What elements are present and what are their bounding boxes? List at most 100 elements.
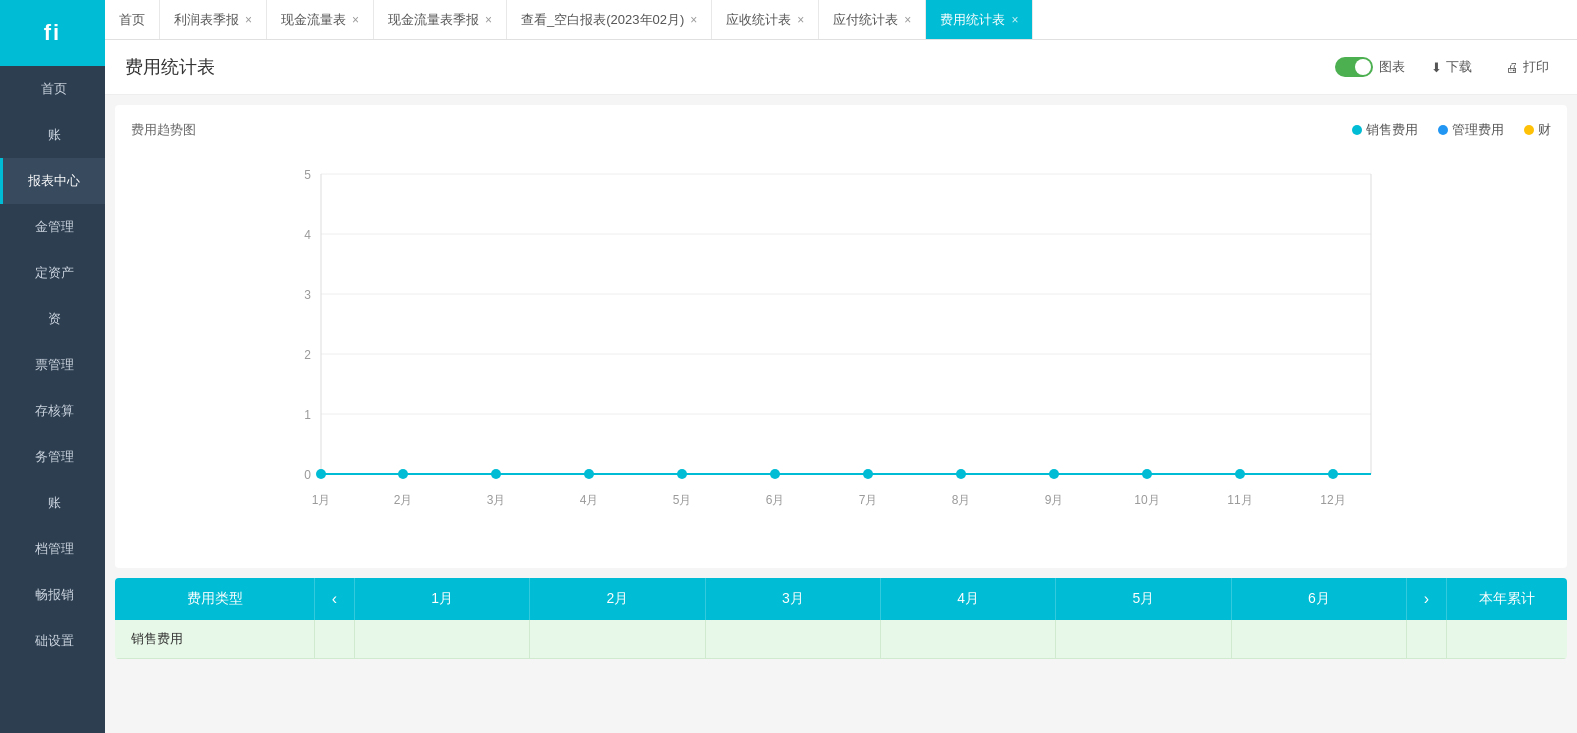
svg-text:12月: 12月 bbox=[1320, 493, 1345, 507]
tab-cashflow[interactable]: 现金流量表 × bbox=[267, 0, 374, 40]
main-area: 首页 利润表季报 × 现金流量表 × 现金流量表季报 × 查看_空白报表(202… bbox=[105, 0, 1577, 733]
sidebar-item-capital[interactable]: 资 bbox=[0, 296, 105, 342]
svg-text:7月: 7月 bbox=[859, 493, 878, 507]
col-m2: 2月 bbox=[530, 578, 705, 620]
svg-text:0: 0 bbox=[304, 468, 311, 482]
tab-home[interactable]: 首页 bbox=[105, 0, 160, 40]
download-button[interactable]: ⬇ 下载 bbox=[1423, 54, 1480, 80]
sidebar-item-assets[interactable]: 定资产 bbox=[0, 250, 105, 296]
row-prev-space bbox=[315, 620, 355, 658]
legend-admin-label: 管理费用 bbox=[1452, 121, 1504, 139]
tab-profit-quarterly[interactable]: 利润表季报 × bbox=[160, 0, 267, 40]
svg-text:5月: 5月 bbox=[673, 493, 692, 507]
chart-toggle[interactable] bbox=[1335, 57, 1373, 77]
svg-text:4: 4 bbox=[304, 228, 311, 242]
row-m1 bbox=[355, 620, 530, 658]
sidebar-logo: fi bbox=[0, 0, 105, 66]
svg-text:6月: 6月 bbox=[766, 493, 785, 507]
tab-expense[interactable]: 费用统计表 × bbox=[926, 0, 1033, 40]
row-m6 bbox=[1232, 620, 1407, 658]
print-label: 打印 bbox=[1523, 58, 1549, 76]
svg-text:2月: 2月 bbox=[394, 493, 413, 507]
chart-section: 费用趋势图 销售费用 管理费用 财 bbox=[115, 105, 1567, 568]
row-yearly bbox=[1447, 620, 1567, 658]
svg-text:3: 3 bbox=[304, 288, 311, 302]
tab-payable-close[interactable]: × bbox=[904, 13, 911, 27]
download-icon: ⬇ bbox=[1431, 60, 1442, 75]
row-type-label: 销售费用 bbox=[115, 620, 315, 658]
dot-1 bbox=[398, 469, 408, 479]
dot-8 bbox=[1049, 469, 1059, 479]
download-label: 下载 bbox=[1446, 58, 1472, 76]
tab-blank-report[interactable]: 查看_空白报表(2023年02月) × bbox=[507, 0, 712, 40]
row-next-space bbox=[1407, 620, 1447, 658]
tab-expense-close[interactable]: × bbox=[1011, 13, 1018, 27]
trend-chart: 5 4 3 2 1 0 bbox=[131, 149, 1551, 549]
sidebar-item-services[interactable]: 务管理 bbox=[0, 434, 105, 480]
col-next-nav[interactable]: › bbox=[1407, 578, 1447, 620]
prev-month-button[interactable]: ‹ bbox=[332, 590, 337, 608]
tab-payable-label: 应付统计表 bbox=[833, 11, 898, 29]
tab-profit-quarterly-label: 利润表季报 bbox=[174, 11, 239, 29]
tab-cashflow-quarterly-close[interactable]: × bbox=[485, 13, 492, 27]
col-m1: 1月 bbox=[355, 578, 530, 620]
dot-11 bbox=[1328, 469, 1338, 479]
tab-profit-quarterly-close[interactable]: × bbox=[245, 13, 252, 27]
tab-blank-report-label: 查看_空白报表(2023年02月) bbox=[521, 11, 684, 29]
tab-cashflow-quarterly[interactable]: 现金流量表季报 × bbox=[374, 0, 507, 40]
chart-toggle-wrap[interactable]: 图表 bbox=[1335, 57, 1405, 77]
dot-0 bbox=[316, 469, 326, 479]
next-month-button[interactable]: › bbox=[1424, 590, 1429, 608]
tab-payable[interactable]: 应付统计表 × bbox=[819, 0, 926, 40]
header-actions: 图表 ⬇ 下载 🖨 打印 bbox=[1335, 54, 1557, 80]
sidebar-item-reimbursement[interactable]: 畅报销 bbox=[0, 572, 105, 618]
tab-cashflow-close[interactable]: × bbox=[352, 13, 359, 27]
svg-text:1月: 1月 bbox=[312, 493, 331, 507]
svg-text:1: 1 bbox=[304, 408, 311, 422]
sidebar-item-ledger[interactable]: 账 bbox=[0, 480, 105, 526]
svg-text:3月: 3月 bbox=[487, 493, 506, 507]
dot-9 bbox=[1142, 469, 1152, 479]
dot-7 bbox=[956, 469, 966, 479]
content-area: 费用统计表 图表 ⬇ 下载 🖨 打印 费用趋势图 bbox=[105, 40, 1577, 733]
chart-header: 费用趋势图 销售费用 管理费用 财 bbox=[131, 121, 1551, 139]
tab-cashflow-label: 现金流量表 bbox=[281, 11, 346, 29]
dot-5 bbox=[770, 469, 780, 479]
table-header: 费用类型 ‹ 1月 2月 3月 4月 5月 6月 › 本年累计 bbox=[115, 578, 1567, 620]
sidebar-item-reports[interactable]: 报表中心 bbox=[0, 158, 105, 204]
sidebar: fi 首页 账 报表中心 金管理 定资产 资 票管理 存核算 务管理 账 档管理… bbox=[0, 0, 105, 733]
sidebar-item-account[interactable]: 账 bbox=[0, 112, 105, 158]
sidebar-item-inventory[interactable]: 存核算 bbox=[0, 388, 105, 434]
col-m4: 4月 bbox=[881, 578, 1056, 620]
page-title: 费用统计表 bbox=[125, 55, 215, 79]
table-row: 销售费用 bbox=[115, 620, 1567, 659]
tab-blank-report-close[interactable]: × bbox=[690, 13, 697, 27]
sidebar-item-settings[interactable]: 础设置 bbox=[0, 618, 105, 664]
row-m5 bbox=[1056, 620, 1231, 658]
svg-text:11月: 11月 bbox=[1227, 493, 1252, 507]
svg-text:8月: 8月 bbox=[952, 493, 971, 507]
sidebar-item-finance[interactable]: 金管理 bbox=[0, 204, 105, 250]
tab-receivable[interactable]: 应收统计表 × bbox=[712, 0, 819, 40]
print-icon: 🖨 bbox=[1506, 60, 1519, 75]
legend-finance: 财 bbox=[1524, 121, 1551, 139]
dot-6 bbox=[863, 469, 873, 479]
legend-admin: 管理费用 bbox=[1438, 121, 1504, 139]
svg-text:5: 5 bbox=[304, 168, 311, 182]
tab-expense-label: 费用统计表 bbox=[940, 11, 1005, 29]
svg-text:2: 2 bbox=[304, 348, 311, 362]
sidebar-item-files[interactable]: 档管理 bbox=[0, 526, 105, 572]
sidebar-item-tickets[interactable]: 票管理 bbox=[0, 342, 105, 388]
row-m3 bbox=[706, 620, 881, 658]
legend-sales-dot bbox=[1352, 125, 1362, 135]
tab-bar: 首页 利润表季报 × 现金流量表 × 现金流量表季报 × 查看_空白报表(202… bbox=[105, 0, 1577, 40]
tab-receivable-close[interactable]: × bbox=[797, 13, 804, 27]
legend-finance-label: 财 bbox=[1538, 121, 1551, 139]
print-button[interactable]: 🖨 打印 bbox=[1498, 54, 1557, 80]
chart-container: 5 4 3 2 1 0 bbox=[131, 149, 1551, 552]
tab-home-label: 首页 bbox=[119, 11, 145, 29]
dot-10 bbox=[1235, 469, 1245, 479]
col-prev-nav[interactable]: ‹ bbox=[315, 578, 355, 620]
sidebar-item-home[interactable]: 首页 bbox=[0, 66, 105, 112]
tab-receivable-label: 应收统计表 bbox=[726, 11, 791, 29]
